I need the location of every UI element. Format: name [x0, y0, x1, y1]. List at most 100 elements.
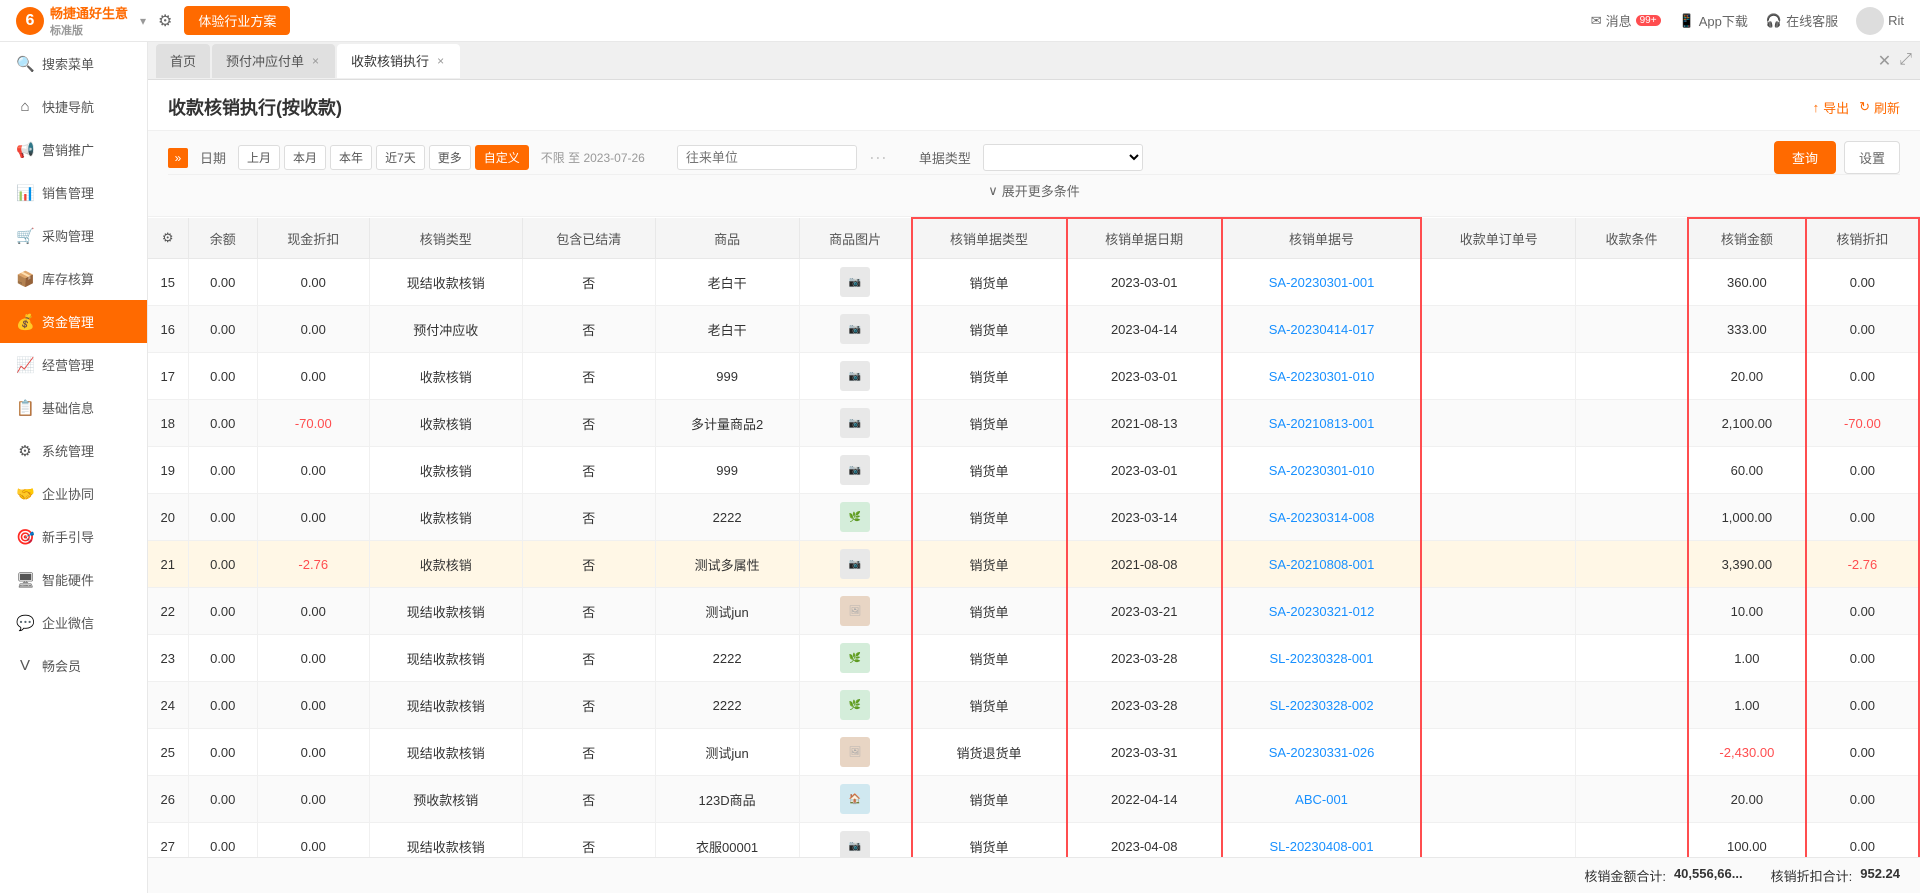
sidebar-label-quicknav: 快捷导航 — [42, 97, 94, 116]
sidebar-item-finance[interactable]: 💰资金管理 — [0, 300, 147, 343]
th-included: 包含已结清 — [523, 218, 656, 259]
app-label: App下载 — [1699, 11, 1748, 30]
cell-bill-no[interactable]: ABC-001 — [1222, 776, 1422, 823]
bill-no-link[interactable]: SA-20210813-001 — [1269, 416, 1375, 431]
cell-bill-type: 销货单 — [912, 400, 1067, 447]
th-bill-date: 核销单据日期 — [1067, 218, 1222, 259]
header-actions: ↑ 导出 ↻ 刷新 — [1813, 98, 1900, 117]
cell-bill-no[interactable]: SA-20230301-010 — [1222, 353, 1422, 400]
this-month-btn[interactable]: 本月 — [284, 145, 326, 170]
message-btn[interactable]: ✉ 消息 99+ — [1591, 11, 1661, 30]
sidebar-item-collab[interactable]: 🤝企业协同 — [0, 472, 147, 515]
sidebar-item-purchase[interactable]: 🛒采购管理 — [0, 214, 147, 257]
custom-date-btn[interactable]: 自定义 — [475, 145, 529, 170]
cell-bill-no[interactable]: SA-20230301-001 — [1222, 259, 1422, 306]
expand-window-icon[interactable]: ⤢ — [1899, 51, 1912, 71]
sidebar-item-sales[interactable]: 📊销售管理 — [0, 171, 147, 214]
user-profile[interactable]: Rit — [1856, 7, 1904, 35]
cell-bill-no[interactable]: SA-20230414-017 — [1222, 306, 1422, 353]
cell-condition — [1576, 400, 1688, 447]
bill-no-link[interactable]: SA-20210808-001 — [1269, 557, 1375, 572]
cell-goods-img: 📷 — [799, 259, 911, 306]
table-row: 20 0.00 0.00 收款核销 否 2222 🌿 销货单 2023-03-1… — [148, 494, 1919, 541]
sidebar-item-system[interactable]: ⚙系统管理 — [0, 429, 147, 472]
cell-bill-no[interactable]: SA-20210813-001 — [1222, 400, 1422, 447]
sidebar-item-inventory[interactable]: 📦库存核算 — [0, 257, 147, 300]
cell-bill-no[interactable]: SL-20230328-001 — [1222, 635, 1422, 682]
cell-bill-no[interactable]: SL-20230328-002 — [1222, 682, 1422, 729]
collapse-arrow-icon[interactable]: » — [168, 148, 188, 168]
sidebar-item-basic[interactable]: 📋基础信息 — [0, 386, 147, 429]
sidebar-item-operation[interactable]: 📈经营管理 — [0, 343, 147, 386]
cell-bill-no[interactable]: SA-20230301-010 — [1222, 447, 1422, 494]
sidebar-item-wechat[interactable]: 💬企业微信 — [0, 601, 147, 644]
bill-no-link[interactable]: SA-20230321-012 — [1269, 604, 1375, 619]
table-row: 15 0.00 0.00 现结收款核销 否 老白干 📷 销货单 2023-03-… — [148, 259, 1919, 306]
expand-conditions-btn[interactable]: ∨ 展开更多条件 — [168, 174, 1900, 206]
bill-no-link[interactable]: SA-20230314-008 — [1269, 510, 1375, 525]
filter-area: » 日期 上月 本月 本年 近7天 更多 自定义 不限 至 2023-07-26 — [148, 131, 1920, 217]
bill-no-link[interactable]: SL-20230328-001 — [1269, 651, 1373, 666]
close-window-icon[interactable]: ✕ — [1878, 51, 1891, 71]
goods-image: 🌿 — [840, 690, 870, 720]
cell-condition — [1576, 776, 1688, 823]
cell-cash-discount: 0.00 — [258, 353, 370, 400]
sidebar-item-search[interactable]: 🔍搜索菜单 — [0, 42, 147, 85]
bill-no-link[interactable]: SL-20230328-002 — [1269, 698, 1373, 713]
service-btn[interactable]: 🎧 在线客服 — [1766, 11, 1838, 30]
sidebar-label-marketing: 营销推广 — [42, 140, 94, 159]
tab-prepay-close-icon[interactable]: × — [310, 54, 321, 68]
query-button[interactable]: 查询 — [1774, 141, 1836, 174]
sidebar-item-member[interactable]: V畅会员 — [0, 644, 147, 687]
cell-bill-no[interactable]: SA-20230331-026 — [1222, 729, 1422, 776]
tab-collection[interactable]: 收款核销执行 × — [337, 44, 460, 78]
refresh-button[interactable]: ↻ 刷新 — [1859, 98, 1900, 117]
bill-no-link[interactable]: SA-20230301-001 — [1269, 275, 1375, 290]
cell-bill-no[interactable]: SA-20230321-012 — [1222, 588, 1422, 635]
goods-image: 📷 — [840, 267, 870, 297]
partner-input[interactable] — [677, 145, 857, 170]
tab-prepay[interactable]: 预付冲应付单 × — [212, 44, 335, 78]
system-icon: ⚙ — [16, 442, 34, 460]
cell-bill-no[interactable]: SL-20230408-001 — [1222, 823, 1422, 858]
last-7days-btn[interactable]: 近7天 — [376, 145, 425, 170]
expand-down-icon: ∨ — [988, 183, 998, 199]
export-button[interactable]: ↑ 导出 — [1813, 98, 1850, 117]
more-date-btn[interactable]: 更多 — [429, 145, 471, 170]
bill-no-link[interactable]: SA-20230331-026 — [1269, 745, 1375, 760]
app-download-btn[interactable]: 📱 App下载 — [1679, 11, 1748, 30]
bill-no-link[interactable]: SA-20230301-010 — [1269, 463, 1375, 478]
bill-no-link[interactable]: ABC-001 — [1295, 792, 1348, 807]
trial-button[interactable]: 体验行业方案 — [184, 6, 290, 35]
bill-no-link[interactable]: SA-20230414-017 — [1269, 322, 1375, 337]
cell-bill-no[interactable]: SA-20210808-001 — [1222, 541, 1422, 588]
total-amount-label: 核销金额合计: — [1584, 866, 1666, 885]
cell-goods-img: 🏠 — [799, 776, 911, 823]
sidebar-item-marketing[interactable]: 📢营销推广 — [0, 128, 147, 171]
column-settings-icon[interactable]: ⚙ — [162, 230, 174, 246]
gear-icon[interactable]: ⚙ — [158, 11, 172, 31]
cell-cash-discount: 0.00 — [258, 306, 370, 353]
sidebar-item-guide[interactable]: 🎯新手引导 — [0, 515, 147, 558]
last-month-btn[interactable]: 上月 — [238, 145, 280, 170]
cell-discount: 0.00 — [1806, 682, 1919, 729]
message-label: 消息 — [1606, 11, 1632, 30]
th-settings[interactable]: ⚙ — [148, 218, 188, 259]
settings-button[interactable]: 设置 — [1844, 141, 1900, 174]
cell-included: 否 — [523, 400, 656, 447]
cell-bill-no[interactable]: SA-20230314-008 — [1222, 494, 1422, 541]
cell-balance: 0.00 — [188, 823, 258, 858]
dropdown-arrow-icon[interactable]: ▾ — [140, 14, 146, 28]
this-year-btn[interactable]: 本年 — [330, 145, 372, 170]
th-order-no: 收款单订单号 — [1421, 218, 1575, 259]
sidebar-item-quicknav[interactable]: ⌂快捷导航 — [0, 85, 147, 128]
tab-collection-close-icon[interactable]: × — [435, 54, 446, 68]
bill-no-link[interactable]: SL-20230408-001 — [1269, 839, 1373, 854]
tab-home[interactable]: 首页 — [156, 44, 210, 78]
cell-amount: 1.00 — [1688, 635, 1806, 682]
goods-image: 📷 — [840, 549, 870, 579]
sidebar-item-hardware[interactable]: 🖥智能硬件 — [0, 558, 147, 601]
bill-no-link[interactable]: SA-20230301-010 — [1269, 369, 1375, 384]
cell-included: 否 — [523, 306, 656, 353]
bill-type-select[interactable] — [983, 144, 1143, 171]
